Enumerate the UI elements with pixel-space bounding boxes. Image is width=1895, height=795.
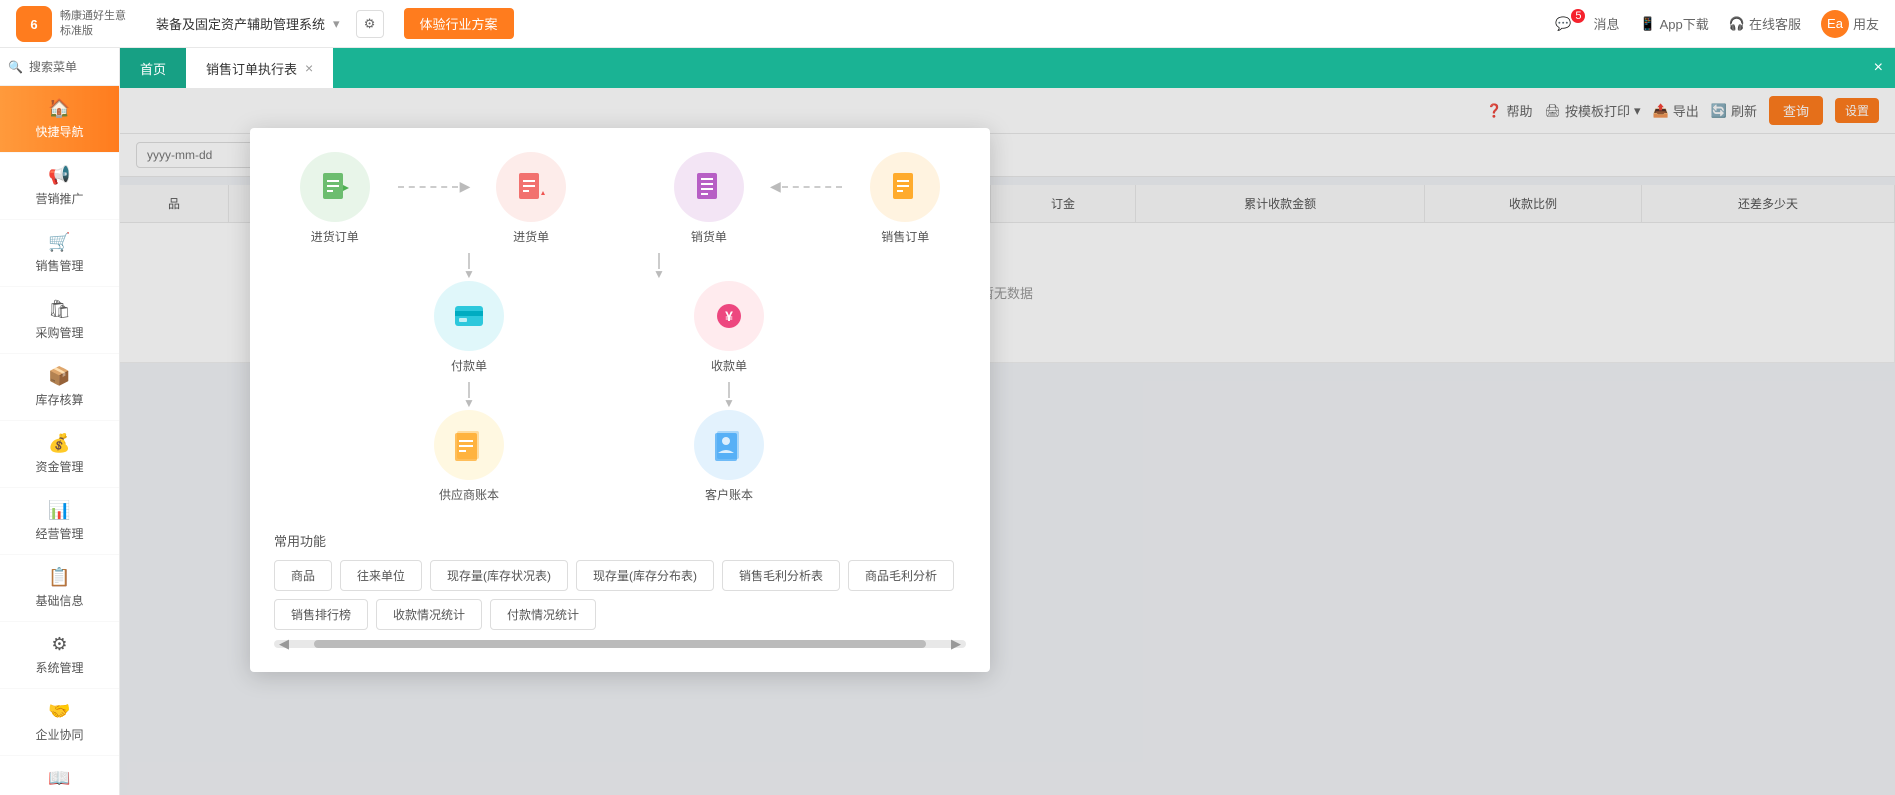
- tab-close-all-btn[interactable]: ×: [1874, 59, 1883, 77]
- flow-node-supplier-ledger[interactable]: 供应商账本: [404, 410, 534, 503]
- home-icon: 🏠: [48, 98, 70, 119]
- tab-bar: 首页 销售订单执行表 × ×: [120, 48, 1895, 88]
- money-icon: 💰: [48, 433, 70, 454]
- func-btns-row1: 商品 往来单位 现存量(库存状况表) 现存量(库存分布表) 销售毛利分析表 商品…: [274, 560, 966, 591]
- flow-node-purchase-order[interactable]: 进货订单: [274, 152, 396, 245]
- online-service-btn[interactable]: 🎧 在线客服: [1729, 14, 1801, 33]
- system-title-text: 装备及固定资产辅助管理系统: [156, 14, 325, 33]
- app-logo: 6: [16, 6, 52, 42]
- sidebar-item-inventory[interactable]: 📦 库存核算: [0, 354, 119, 421]
- megaphone-icon: 📢: [48, 165, 70, 186]
- dropdown-icon[interactable]: ▾: [333, 16, 340, 32]
- message-badge: 5: [1571, 9, 1585, 23]
- flow-node-purchase-bill[interactable]: 进货单: [470, 152, 592, 245]
- sidebar-item-newbie[interactable]: 📖 新手引导: [0, 756, 119, 795]
- arrow-1: ▶: [396, 178, 471, 195]
- phone-icon: 📱: [1639, 16, 1655, 32]
- main-layout: 🔍 搜索菜单 🏠 快捷导航 📢 营销推广 🛒 销售管理 🛍 采购管理 📦 库存核…: [0, 48, 1895, 795]
- top-header: 6 畅康通好生意 标准版 装备及固定资产辅助管理系统 ▾ ⚙ 体验行业方案 💬 …: [0, 0, 1895, 48]
- app-download-btn[interactable]: 📱 App下载: [1639, 14, 1708, 33]
- sidebar-item-quick-guide[interactable]: 🏠 快捷导航: [0, 86, 119, 153]
- func-btn-stock-status[interactable]: 现存量(库存状况表): [430, 560, 568, 591]
- modal-overlay[interactable]: 进货订单 ▶: [120, 88, 1895, 795]
- search-icon: 🔍: [8, 60, 23, 74]
- box-icon: 📦: [48, 366, 70, 387]
- flow-row-2: 付款单 ¥: [404, 281, 966, 374]
- arrow-2: ▶: [770, 178, 845, 195]
- sidebar-item-finance[interactable]: 💰 资金管理: [0, 421, 119, 488]
- customer-ledger-circle: [694, 410, 764, 480]
- sidebar-item-operations[interactable]: 📊 经营管理: [0, 488, 119, 555]
- func-btn-product-profit[interactable]: 商品毛利分析: [848, 560, 954, 591]
- func-btn-sales-profit[interactable]: 销售毛利分析表: [722, 560, 840, 591]
- common-funcs-section: 常用功能 商品 往来单位 现存量(库存状况表) 现存量(库存分布表) 销售毛利分…: [274, 531, 966, 630]
- tab-close-btn[interactable]: ×: [305, 60, 313, 76]
- svg-text:¥: ¥: [725, 308, 733, 324]
- bag-icon: 🛍: [48, 299, 71, 320]
- sidebar-item-basic-info[interactable]: 📋 基础信息: [0, 555, 119, 622]
- user-menu-btn[interactable]: Ea 用友: [1821, 10, 1879, 38]
- sales-order-circle: [870, 152, 940, 222]
- func-btns-row2: 销售排行榜 收款情况统计 付款情况统计: [274, 599, 966, 630]
- func-btn-payment-stat[interactable]: 付款情况统计: [490, 599, 596, 630]
- flow-row-1: 进货订单 ▶: [274, 152, 966, 245]
- func-btn-stock-dist[interactable]: 现存量(库存分布表): [576, 560, 714, 591]
- receipt-circle: ¥: [694, 281, 764, 351]
- func-btn-product[interactable]: 商品: [274, 560, 332, 591]
- scroll-left-btn[interactable]: ◀: [274, 634, 294, 654]
- func-btn-receipt-stat[interactable]: 收款情况统计: [376, 599, 482, 630]
- service-icon: 🎧: [1729, 16, 1745, 32]
- scroll-thumb[interactable]: [314, 640, 926, 648]
- flow-node-sales-bill[interactable]: 销货单: [648, 152, 770, 245]
- content-area: 首页 销售订单执行表 × × ❓ 帮助 🖨 按模板打印 ▾: [120, 48, 1895, 795]
- sidebar-item-system[interactable]: ⚙ 系统管理: [0, 622, 119, 689]
- clipboard-icon: 📋: [48, 567, 70, 588]
- message-icon: 💬: [1555, 16, 1571, 32]
- payment-circle: [434, 281, 504, 351]
- func-btn-partner[interactable]: 往来单位: [340, 560, 422, 591]
- scroll-right-btn[interactable]: ▶: [946, 634, 966, 654]
- sidebar-item-purchase[interactable]: 🛍 采购管理: [0, 287, 119, 354]
- cart-icon: 🛒: [48, 232, 70, 253]
- flow-diagram: 进货订单 ▶: [274, 152, 966, 511]
- flow-node-payment[interactable]: 付款单: [404, 281, 534, 374]
- header-right: 💬 5 消息 📱 App下载 🎧 在线客服 Ea 用友: [1555, 10, 1879, 38]
- common-funcs-title: 常用功能: [274, 531, 966, 550]
- sidebar-item-cooperation[interactable]: 🤝 企业协同: [0, 689, 119, 756]
- purchase-bill-circle: [496, 152, 566, 222]
- func-btn-sales-rank[interactable]: 销售排行榜: [274, 599, 368, 630]
- flow-row-3: 供应商账本: [404, 410, 966, 503]
- sidebar-item-sales[interactable]: 🛒 销售管理: [0, 220, 119, 287]
- sidebar: 🔍 搜索菜单 🏠 快捷导航 📢 营销推广 🛒 销售管理 🛍 采购管理 📦 库存核…: [0, 48, 120, 795]
- system-title: 装备及固定资产辅助管理系统 ▾ ⚙ 体验行业方案: [156, 8, 1555, 39]
- flow-node-sales-order[interactable]: 销售订单: [844, 152, 966, 245]
- chart-icon: 📊: [48, 500, 70, 521]
- settings-gear-btn[interactable]: ⚙: [356, 10, 384, 38]
- supplier-ledger-circle: [434, 410, 504, 480]
- avatar: Ea: [1821, 10, 1849, 38]
- svg-text:6: 6: [30, 17, 37, 32]
- book-icon: 📖: [48, 768, 70, 789]
- logo-text: 畅康通好生意 标准版: [60, 9, 126, 38]
- tab-sales-order-exec[interactable]: 销售订单执行表 ×: [186, 48, 333, 88]
- sidebar-item-marketing[interactable]: 📢 营销推广: [0, 153, 119, 220]
- page-content: ❓ 帮助 🖨 按模板打印 ▾ 📤 导出 🔄 刷新 查询 设置: [120, 88, 1895, 795]
- purchase-order-circle: [300, 152, 370, 222]
- logo-area: 6 畅康通好生意 标准版: [16, 6, 136, 42]
- quick-guide-modal: 进货订单 ▶: [250, 128, 990, 672]
- message-btn[interactable]: 💬 5 消息: [1555, 14, 1619, 33]
- horizontal-scrollbar[interactable]: ◀ ▶: [274, 640, 966, 648]
- handshake-icon: 🤝: [48, 701, 70, 722]
- flow-node-customer-ledger[interactable]: 客户账本: [664, 410, 794, 503]
- gear-icon: ⚙: [51, 634, 67, 655]
- sales-bill-circle: [674, 152, 744, 222]
- search-menu-btn[interactable]: 🔍 搜索菜单: [0, 48, 119, 86]
- flow-node-receipt[interactable]: ¥ 收款单: [664, 281, 794, 374]
- tab-home[interactable]: 首页: [120, 48, 186, 88]
- experience-btn[interactable]: 体验行业方案: [404, 8, 514, 39]
